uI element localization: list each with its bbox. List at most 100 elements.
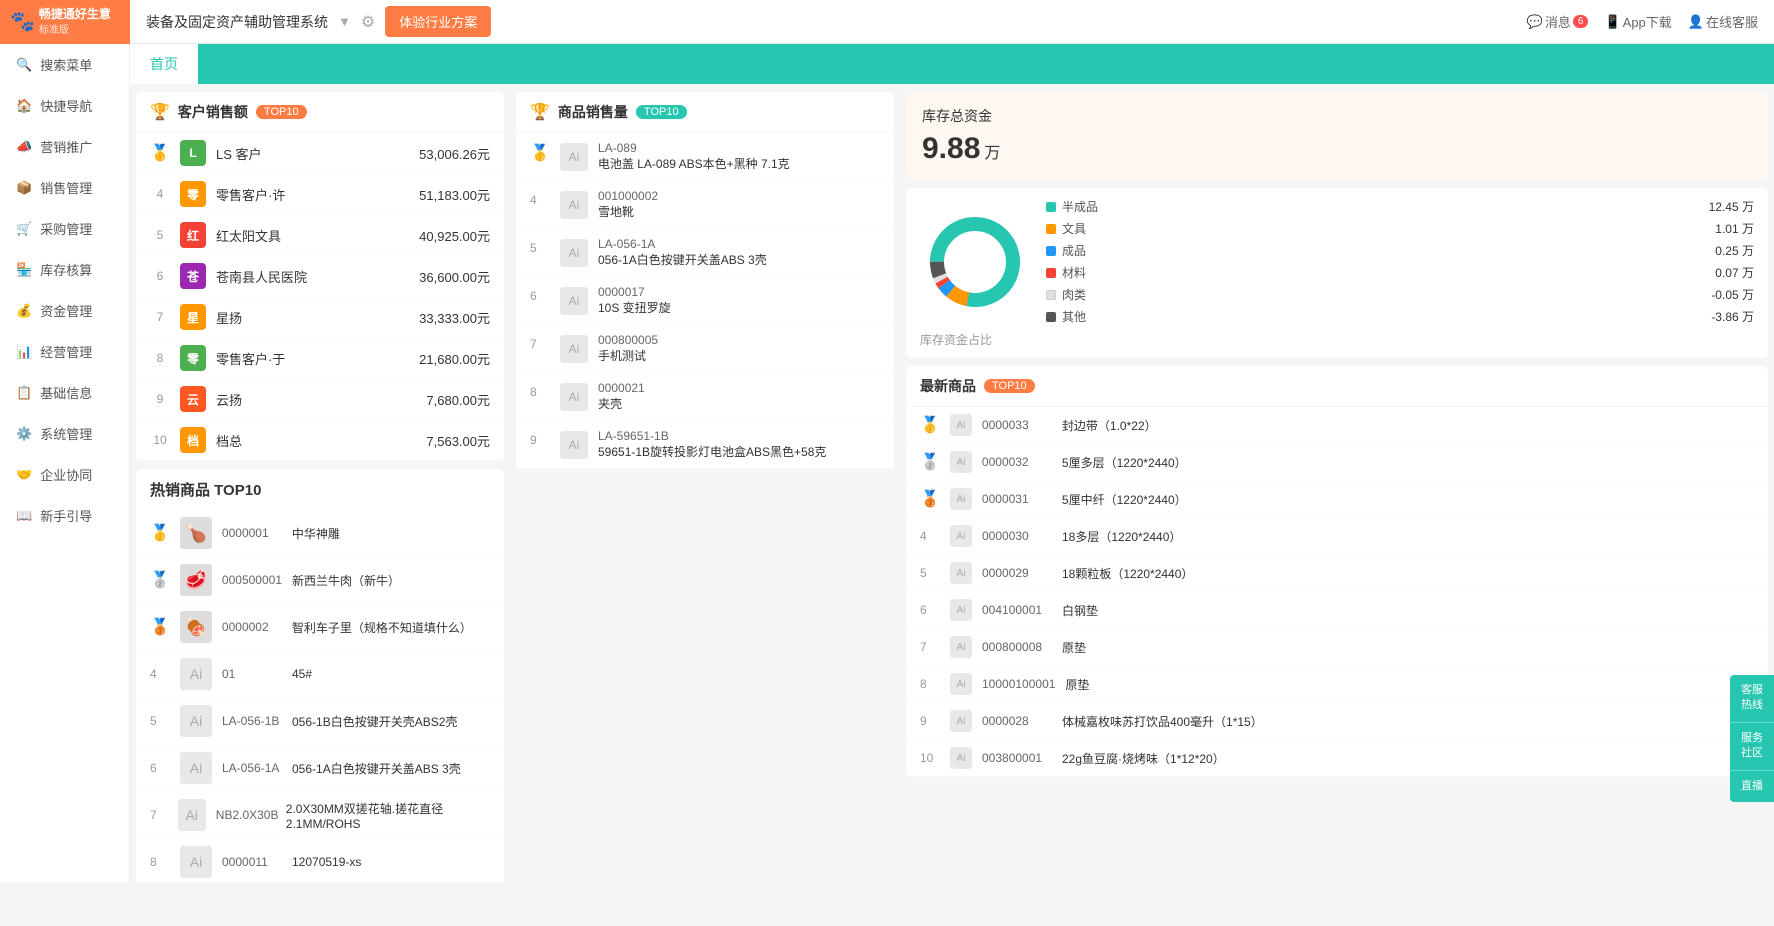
cs-live-btn[interactable]: 直播: [1730, 771, 1774, 802]
new-prod-row[interactable]: 9 Ai 0000028 体械嘉枚味苏打饮品400毫升（1*15）: [906, 703, 1768, 740]
main-content: 首页 🏆 客户销售额 TOP10 🥇 L LS 客户 53,006.26元: [130, 44, 1774, 882]
msg-btn[interactable]: 💬 消息 6: [1527, 12, 1589, 31]
hot-prod-row[interactable]: 7 Ai NB2.0X30B 2.0X30MM双搓花轴.搓花直径2.1MM/RO…: [136, 792, 504, 839]
sys-title: 装备及固定资产辅助管理系统: [146, 12, 328, 32]
inventory-icon: 🏪: [16, 262, 32, 278]
hot-prod-row[interactable]: 5 Ai LA-056-1B 056-1B白色按键开关壳ABS2壳: [136, 698, 504, 745]
sidebar-item-marketing[interactable]: 📣 营销推广: [0, 126, 129, 167]
prod-img-sm: Ai: [560, 287, 588, 315]
sidebar-item-sales[interactable]: 📦 销售管理: [0, 167, 129, 208]
prod-img-placeholder: Ai: [180, 752, 212, 784]
new-prod-row[interactable]: 8 Ai 10000100001 原垫: [906, 666, 1768, 703]
trophy-icon: 🏆: [530, 102, 550, 122]
legend-item: 文具 1.01 万: [1046, 220, 1754, 237]
prod-sale-row[interactable]: 6 Ai 0000017 10S 变扭罗旋: [516, 277, 894, 325]
gear-icon[interactable]: ⚙: [361, 12, 375, 32]
new-prod-row[interactable]: 6 Ai 004100001 白钢垫: [906, 592, 1768, 629]
customer-row[interactable]: 10 档 档总 7,563.00元: [136, 420, 504, 461]
prod-sale-row[interactable]: 8 Ai 0000021 夹壳: [516, 373, 894, 421]
prod-img-placeholder: Ai: [178, 799, 206, 831]
new-products-card: 最新商品 TOP10 🥇 Ai 0000033 封边带（1.0*22） 🥈 Ai…: [906, 366, 1768, 777]
hot-prod-row[interactable]: 🥈 🥩 000500001 新西兰牛肉（新牛）: [136, 557, 504, 604]
logo-icon: 🐾: [10, 9, 35, 34]
customer-row[interactable]: 9 云 云扬 7,680.00元: [136, 379, 504, 420]
hot-prod-row[interactable]: 🥇 🍗 0000001 中华神雕: [136, 510, 504, 557]
prod-img-placeholder: 🥩: [180, 564, 212, 596]
top10-badge: TOP10: [256, 105, 307, 119]
trial-button[interactable]: 体验行业方案: [385, 6, 491, 37]
prod-img-sm: Ai: [560, 383, 588, 411]
logo-title: 畅捷通好生意: [39, 7, 111, 21]
prod-sale-row[interactable]: 4 Ai 001000002 雪地靴: [516, 181, 894, 229]
hot-prod-row[interactable]: 8 Ai 0000011 12070519-xs: [136, 839, 504, 882]
inventory-unit: 万: [984, 139, 1000, 163]
customer-row[interactable]: 8 零 零售客户·于 21,680.00元: [136, 338, 504, 379]
prod-img-sm: Ai: [560, 239, 588, 267]
prod-sale-row[interactable]: 5 Ai LA-056-1A 056-1A白色按键开关盖ABS 3壳: [516, 229, 894, 277]
prod-img-placeholder: 🍖: [180, 611, 212, 643]
customer-row[interactable]: 🥇 L LS 客户 53,006.26元: [136, 133, 504, 174]
inv-subtitle: 库存资金占比: [920, 325, 1754, 348]
marketing-icon: 📣: [16, 139, 32, 155]
cs-community-btn[interactable]: 服务社区: [1730, 723, 1774, 771]
legend-item: 其他 -3.86 万: [1046, 308, 1754, 325]
sidebar-item-operations[interactable]: 📊 经营管理: [0, 331, 129, 372]
service-btn[interactable]: 👤 在线客服: [1688, 12, 1758, 31]
sidebar: 🔍 搜索菜单 🏠 快捷导航 📣 营销推广 📦 销售管理 🛒 采购管理 🏪 库存核…: [0, 44, 130, 882]
customer-row[interactable]: 6 苍 苍南县人民医院 36,600.00元: [136, 256, 504, 297]
inventory-amount: 9.88: [922, 132, 980, 166]
sidebar-item-purchase[interactable]: 🛒 采购管理: [0, 208, 129, 249]
sidebar-item-inventory[interactable]: 🏪 库存核算: [0, 249, 129, 290]
hot-prod-row[interactable]: 6 Ai LA-056-1A 056-1A白色按键开关盖ABS 3壳: [136, 745, 504, 792]
finance-icon: 💰: [16, 303, 32, 319]
dropdown-icon[interactable]: ▼: [338, 14, 351, 29]
sidebar-item-search[interactable]: 🔍 搜索菜单: [0, 44, 129, 85]
prod-img-placeholder: Ai: [180, 658, 212, 690]
inventory-title: 库存总资金: [922, 106, 1752, 126]
msg-badge: 6: [1573, 15, 1589, 28]
prod-sale-row[interactable]: 🥇 Ai LA-089 电池盖 LA-089 ABS本色+黑种 7.1克: [516, 133, 894, 181]
customer-top10-card: 🏆 客户销售额 TOP10 🥇 L LS 客户 53,006.26元 4 零 零…: [136, 92, 504, 461]
new-prod-row[interactable]: 5 Ai 0000029 18颗粒板（1220*2440）: [906, 555, 1768, 592]
new-prod-row[interactable]: 7 Ai 000800008 原垫: [906, 629, 1768, 666]
new-prod-row[interactable]: 🥇 Ai 0000033 封边带（1.0*22）: [906, 407, 1768, 444]
new-prod-row[interactable]: 🥈 Ai 0000032 5厘多层（1220*2440）: [906, 444, 1768, 481]
cs-hotline-btn[interactable]: 客服热线: [1730, 675, 1774, 723]
phone-icon: 📱: [1604, 14, 1620, 30]
collab-icon: 🤝: [16, 467, 32, 483]
sidebar-item-guide[interactable]: 📖 新手引导: [0, 495, 129, 536]
sidebar-item-finance[interactable]: 💰 资金管理: [0, 290, 129, 331]
nav-home[interactable]: 首页: [130, 44, 198, 84]
hot-prod-row[interactable]: 🥉 🍖 0000002 智利车子里（规格不知道填什么）: [136, 604, 504, 651]
prod-sale-row[interactable]: 9 Ai LA-59651-1B 59651-1B旋转投影灯电池盒ABS黑色+5…: [516, 421, 894, 469]
customer-row[interactable]: 4 零 零售客户·许 51,183.00元: [136, 174, 504, 215]
app-btn[interactable]: 📱 App下载: [1604, 12, 1671, 31]
hot-products-title: 热销商品 TOP10: [150, 482, 261, 499]
sidebar-item-system[interactable]: ⚙️ 系统管理: [0, 413, 129, 454]
legend-item: 肉类 -0.05 万: [1046, 286, 1754, 303]
guide-icon: 📖: [16, 508, 32, 524]
prod-img-sm: Ai: [560, 335, 588, 363]
new-prod-row[interactable]: 4 Ai 0000030 18多层（1220*2440）: [906, 518, 1768, 555]
prod-img-placeholder: Ai: [180, 705, 212, 737]
msg-icon: 💬: [1527, 14, 1543, 30]
home-icon: 🏠: [16, 98, 32, 114]
prod-img-sm: Ai: [560, 191, 588, 219]
prod-img-sm: Ai: [560, 431, 588, 459]
new-prod-row[interactable]: 10 Ai 003800001 22g鱼豆腐·烧烤味（1*12*20）: [906, 740, 1768, 777]
prod-sale-row[interactable]: 7 Ai 000800005 手机测试: [516, 325, 894, 373]
sidebar-item-nav[interactable]: 🏠 快捷导航: [0, 85, 129, 126]
sidebar-item-basic[interactable]: 📋 基础信息: [0, 372, 129, 413]
customer-row[interactable]: 5 红 红太阳文具 40,925.00元: [136, 215, 504, 256]
logo-sub: 标准版: [39, 21, 111, 36]
prod-img-placeholder: 🍗: [180, 517, 212, 549]
system-icon: ⚙️: [16, 426, 32, 442]
hot-prod-row[interactable]: 4 Ai 01 45#: [136, 651, 504, 698]
trophy-icon: 🏆: [150, 102, 170, 122]
inventory-card: 库存总资金 9.88 万: [906, 92, 1768, 180]
new-prod-row[interactable]: 🥉 Ai 0000031 5厘中纤（1220*2440）: [906, 481, 1768, 518]
customer-row[interactable]: 7 星 星扬 33,333.00元: [136, 297, 504, 338]
product-sales-card: 🏆 商品销售量 TOP10 🥇 Ai LA-089 电池盖 LA-089 ABS…: [516, 92, 894, 469]
hot-products-card: 热销商品 TOP10 🥇 🍗 0000001 中华神雕 🥈 🥩: [136, 469, 504, 882]
sidebar-item-collab[interactable]: 🤝 企业协同: [0, 454, 129, 495]
